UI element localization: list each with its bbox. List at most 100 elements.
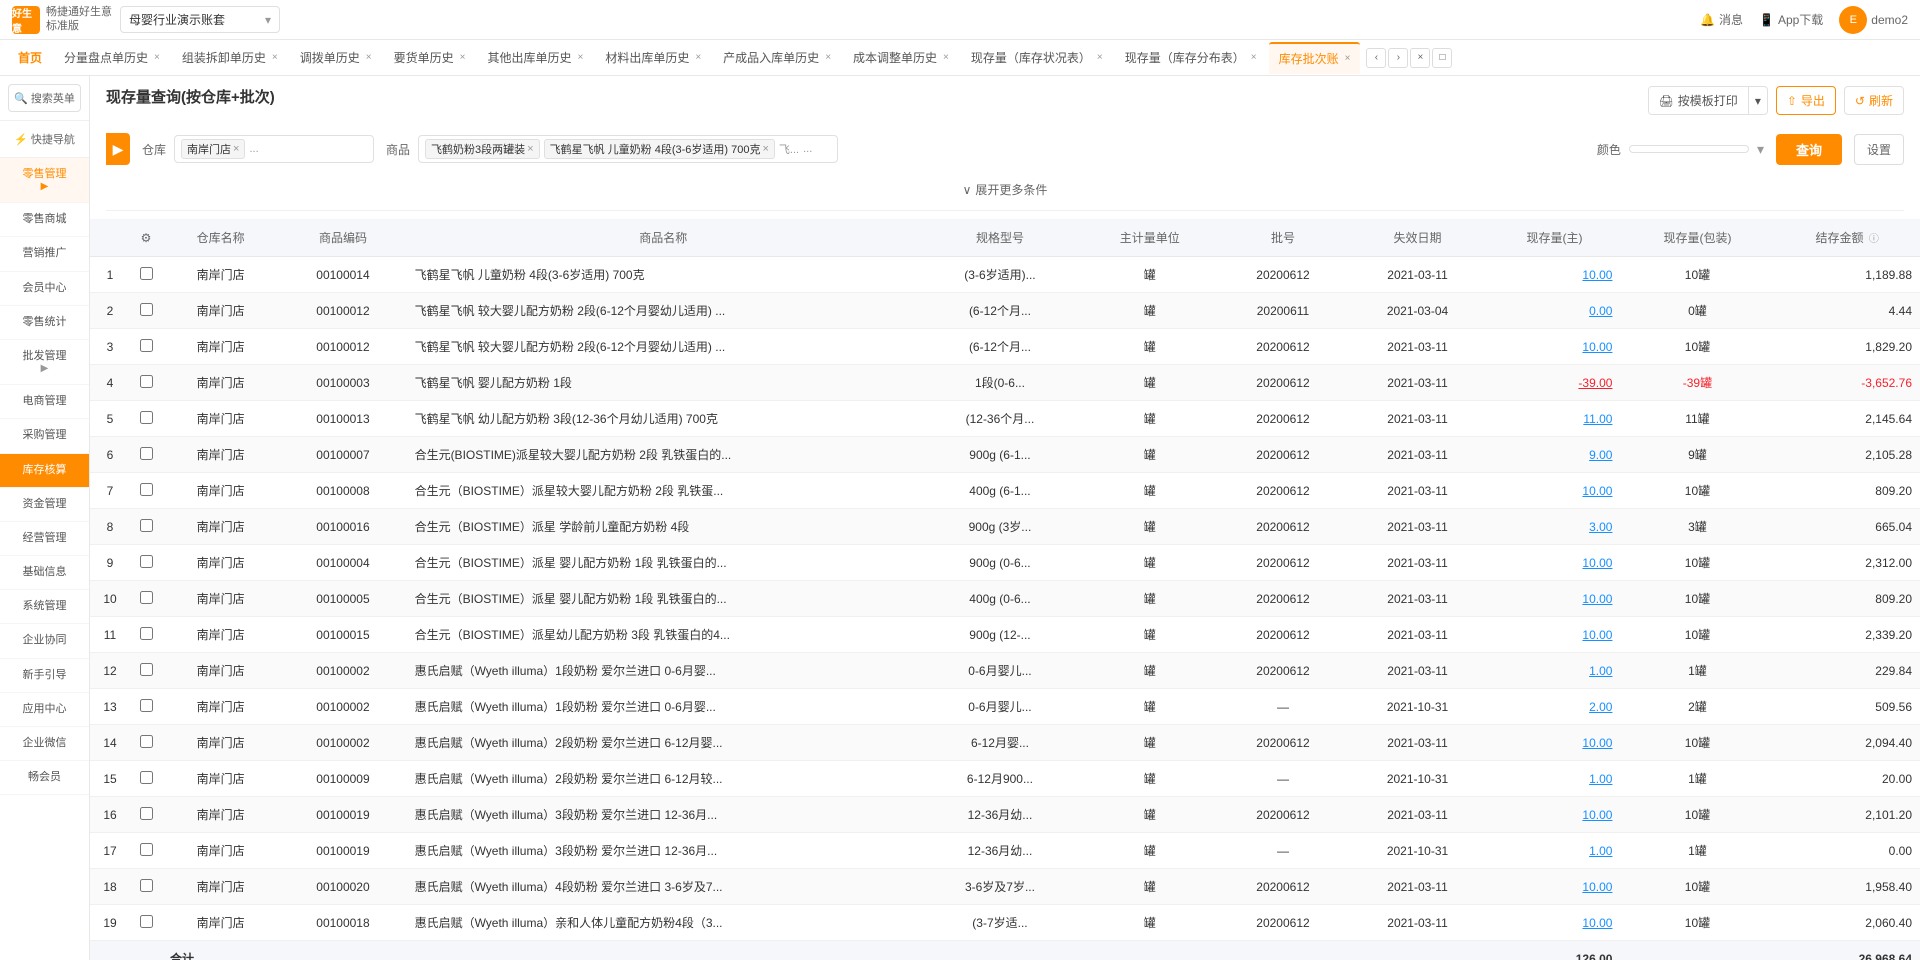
cell-checkbox[interactable]: [130, 329, 162, 365]
sidebar-item-member2[interactable]: 畅会员: [0, 761, 89, 795]
sidebar-item-appcenter[interactable]: 应用中心: [0, 693, 89, 727]
tab-close[interactable]: ×: [1251, 52, 1257, 63]
product-tag-2-close[interactable]: ×: [762, 143, 768, 155]
setting-btn[interactable]: 设置: [1854, 134, 1904, 165]
search-menu-btn[interactable]: 🔍 搜索英单: [8, 84, 81, 112]
cell-qty-main[interactable]: 3.00: [1488, 509, 1620, 545]
row-checkbox[interactable]: [140, 699, 153, 712]
nav-arrow-right[interactable]: ›: [1388, 48, 1408, 68]
row-checkbox[interactable]: [140, 807, 153, 820]
cell-qty-main[interactable]: 9.00: [1488, 437, 1620, 473]
sidebar-item-system[interactable]: 系统管理: [0, 590, 89, 624]
sidebar-item-basic[interactable]: 基础信息: [0, 556, 89, 590]
row-checkbox[interactable]: [140, 375, 153, 388]
cell-checkbox[interactable]: [130, 869, 162, 905]
sidebar-item-inventory[interactable]: 库存核算: [0, 454, 89, 488]
cell-qty-main[interactable]: 10.00: [1488, 869, 1620, 905]
warehouse-tag-close[interactable]: ×: [233, 143, 239, 155]
tab-close[interactable]: ×: [366, 52, 372, 63]
cell-checkbox[interactable]: [130, 689, 162, 725]
tab-xianzai2[interactable]: 现存量（库存分布表） ×: [1115, 42, 1267, 74]
tab-chanpin[interactable]: 产成品入库单历史 ×: [713, 42, 841, 74]
sidebar-item-ecommerce[interactable]: 电商管理: [0, 385, 89, 419]
cell-qty-main[interactable]: -39.00: [1488, 365, 1620, 401]
nav-close-btn[interactable]: ×: [1410, 48, 1430, 68]
row-checkbox[interactable]: [140, 663, 153, 676]
cell-checkbox[interactable]: [130, 905, 162, 941]
nav-arrow-left[interactable]: ‹: [1366, 48, 1386, 68]
cell-checkbox[interactable]: [130, 473, 162, 509]
tab-diaobai[interactable]: 调拨单历史 ×: [290, 42, 382, 74]
cell-checkbox[interactable]: [130, 293, 162, 329]
product-tags-input[interactable]: 飞鹤奶粉3段两罐装 × 飞鹤星飞帆 儿童奶粉 4段(3-6岁适用) 700克 ×…: [418, 135, 838, 163]
sidebar-item-finance[interactable]: 资金管理: [0, 488, 89, 522]
cell-checkbox[interactable]: [130, 761, 162, 797]
sidebar-item-newguide[interactable]: 新手引导: [0, 659, 89, 693]
cell-qty-main[interactable]: 10.00: [1488, 257, 1620, 293]
cell-checkbox[interactable]: [130, 725, 162, 761]
cell-checkbox[interactable]: [130, 545, 162, 581]
tab-close[interactable]: ×: [154, 52, 160, 63]
org-selector[interactable]: 母婴行业演示账套 ▾: [120, 6, 280, 33]
cell-qty-main[interactable]: 10.00: [1488, 905, 1620, 941]
cell-qty-main[interactable]: 10.00: [1488, 725, 1620, 761]
refresh-btn[interactable]: ↺ 刷新: [1844, 86, 1904, 115]
user-area[interactable]: E demo2: [1839, 6, 1908, 34]
sidebar-item-wholesale[interactable]: 批发管理 ▶: [0, 340, 89, 385]
cell-qty-main[interactable]: 10.00: [1488, 617, 1620, 653]
row-checkbox[interactable]: [140, 735, 153, 748]
row-checkbox[interactable]: [140, 843, 153, 856]
cell-qty-main[interactable]: 10.00: [1488, 329, 1620, 365]
cell-qty-main[interactable]: 2.00: [1488, 689, 1620, 725]
row-checkbox[interactable]: [140, 555, 153, 568]
export-btn[interactable]: ⇧ 导出: [1776, 86, 1836, 115]
balance-info-icon[interactable]: ⓘ: [1869, 234, 1879, 245]
row-checkbox[interactable]: [140, 267, 153, 280]
th-gear[interactable]: ⚙: [130, 219, 162, 257]
tab-cailiao[interactable]: 材料出库单历史 ×: [595, 42, 711, 74]
row-checkbox[interactable]: [140, 519, 153, 532]
cell-checkbox[interactable]: [130, 653, 162, 689]
row-checkbox[interactable]: [140, 591, 153, 604]
row-checkbox[interactable]: [140, 411, 153, 424]
tab-close[interactable]: ×: [943, 52, 949, 63]
product-tag-1-close[interactable]: ×: [527, 143, 533, 155]
app-download-btn[interactable]: 📱 App下载: [1759, 11, 1823, 28]
sidebar-item-purchase[interactable]: 采购管理: [0, 419, 89, 453]
print-dropdown-btn[interactable]: ▾: [1749, 89, 1767, 113]
cell-qty-main[interactable]: 1.00: [1488, 761, 1620, 797]
cell-checkbox[interactable]: [130, 437, 162, 473]
row-checkbox[interactable]: [140, 447, 153, 460]
tab-fenban[interactable]: 分量盘点单历史 ×: [54, 42, 170, 74]
cell-qty-main[interactable]: 10.00: [1488, 581, 1620, 617]
row-checkbox[interactable]: [140, 627, 153, 640]
row-checkbox[interactable]: [140, 339, 153, 352]
cell-qty-main[interactable]: 10.00: [1488, 545, 1620, 581]
cell-qty-main[interactable]: 0.00: [1488, 293, 1620, 329]
tab-qitachu[interactable]: 其他出库单历史 ×: [477, 42, 593, 74]
sidebar-item-ops[interactable]: 经营管理: [0, 522, 89, 556]
sidebar-item-wechat[interactable]: 企业微信: [0, 727, 89, 761]
sidebar-item-member[interactable]: 会员中心: [0, 272, 89, 306]
filter-expand-arrow[interactable]: ▶: [106, 133, 130, 165]
row-checkbox[interactable]: [140, 483, 153, 496]
cell-qty-main[interactable]: 1.00: [1488, 833, 1620, 869]
sidebar-item-retail[interactable]: 零售管理 ▶: [0, 158, 89, 203]
tab-close[interactable]: ×: [577, 52, 583, 63]
cell-qty-main[interactable]: 11.00: [1488, 401, 1620, 437]
row-checkbox[interactable]: [140, 771, 153, 784]
row-checkbox[interactable]: [140, 915, 153, 928]
tab-yaohuo[interactable]: 要货单历史 ×: [384, 42, 476, 74]
tab-chengben[interactable]: 成本调整单历史 ×: [843, 42, 959, 74]
cell-qty-main[interactable]: 10.00: [1488, 797, 1620, 833]
cell-checkbox[interactable]: [130, 365, 162, 401]
color-dropdown-icon[interactable]: ▾: [1757, 141, 1764, 158]
cell-checkbox[interactable]: [130, 797, 162, 833]
cell-checkbox[interactable]: [130, 401, 162, 437]
warehouse-tags-input[interactable]: 南岸门店 × ...: [174, 135, 374, 163]
cell-qty-main[interactable]: 10.00: [1488, 473, 1620, 509]
sidebar-item-retail-stats[interactable]: 零售统计: [0, 306, 89, 340]
sidebar-item-marketing[interactable]: 营销推广: [0, 237, 89, 271]
message-btn[interactable]: 🔔 消息: [1700, 11, 1743, 28]
tab-close[interactable]: ×: [825, 52, 831, 63]
